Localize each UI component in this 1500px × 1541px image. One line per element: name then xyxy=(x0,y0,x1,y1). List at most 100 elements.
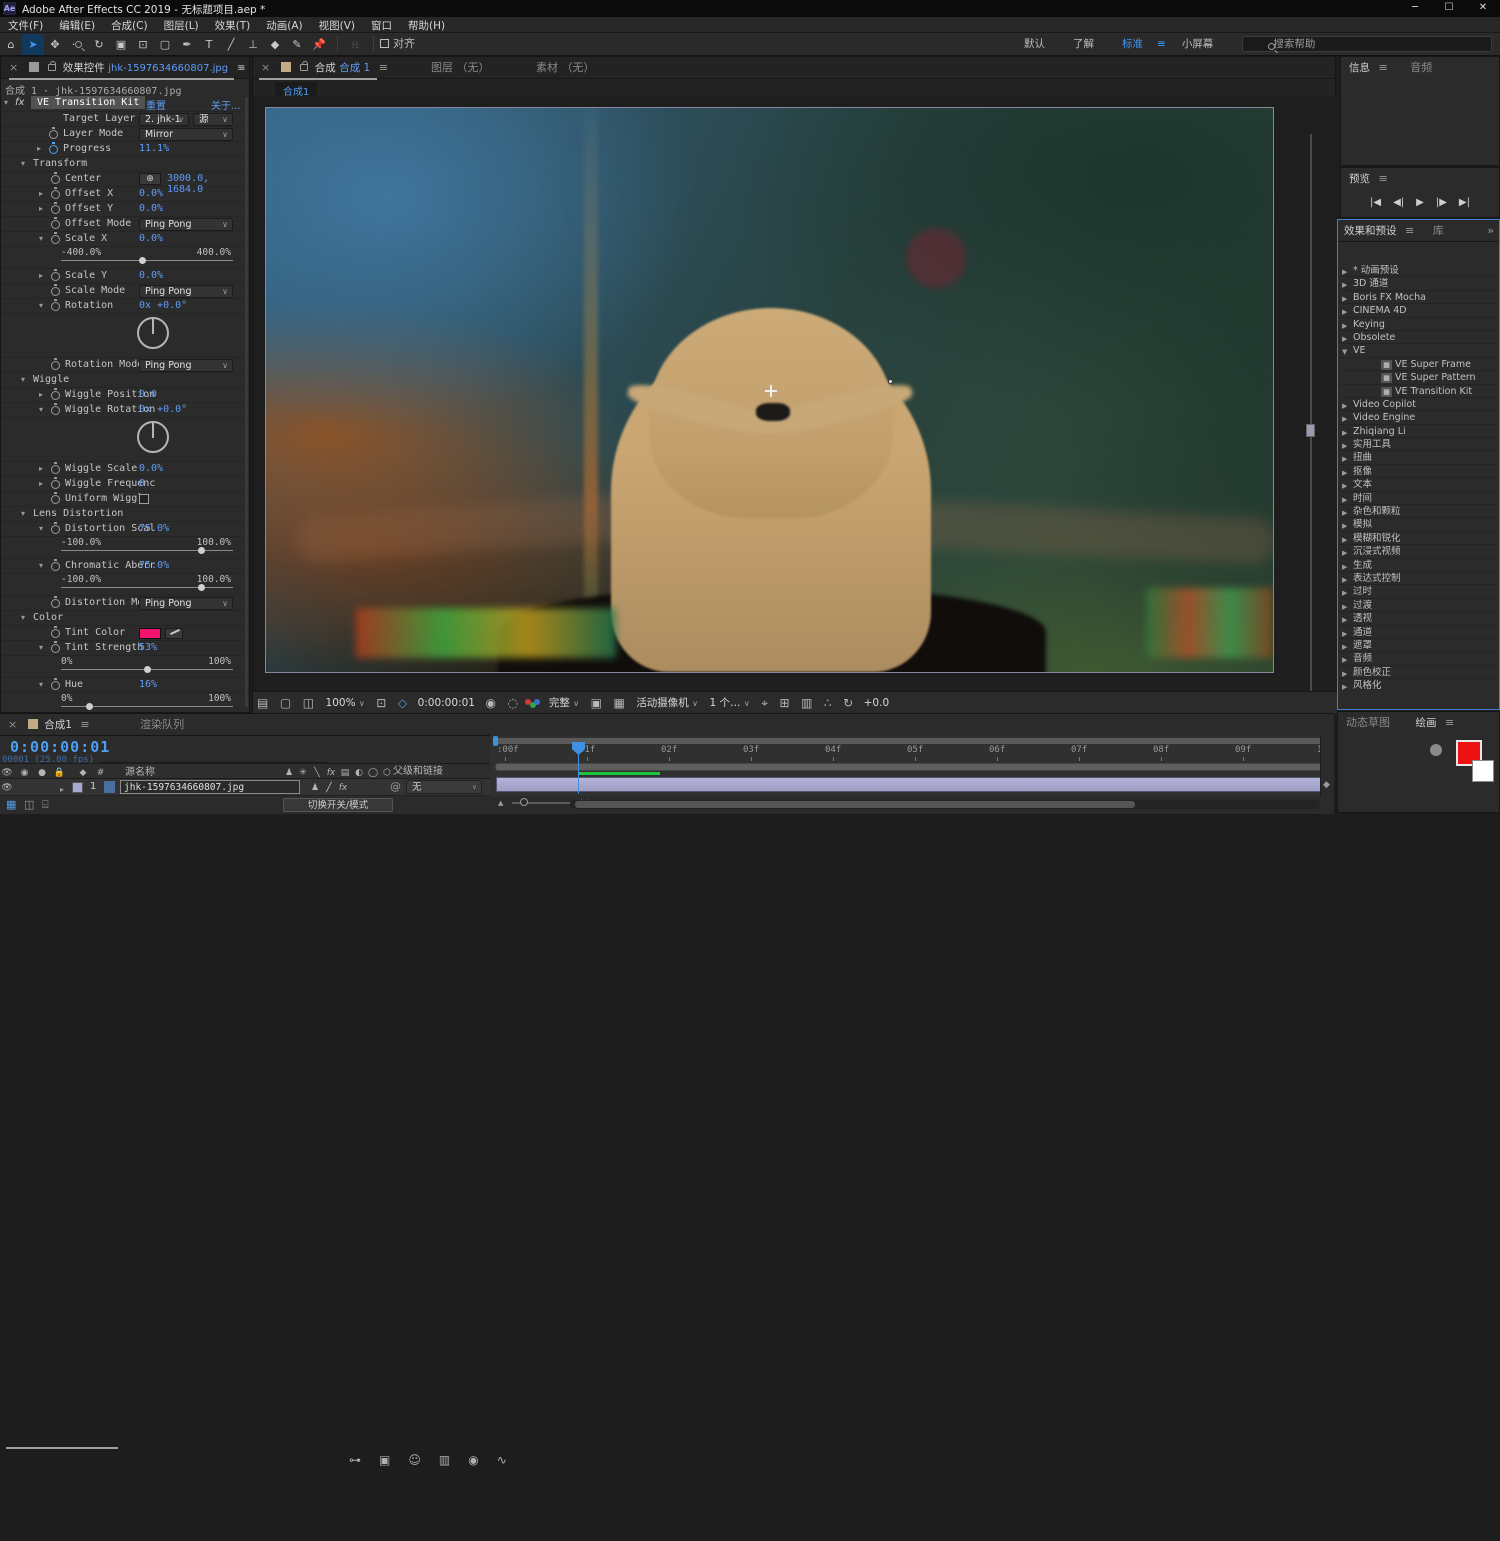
preset-item[interactable]: ▶ 透视 xyxy=(1339,612,1496,626)
hand-tool-icon[interactable]: ✥ xyxy=(44,34,66,55)
effect-property-row[interactable]: ▾ Tint Strength 53% xyxy=(1,641,249,656)
property-value[interactable]: 0.0 xyxy=(139,389,157,400)
effect-property-row[interactable]: ▸ Wiggle Scale 0.0% xyxy=(1,462,249,477)
twirl-icon[interactable]: ▾ xyxy=(39,301,43,310)
expand-transfer-controls-icon[interactable]: ◫ xyxy=(24,798,34,811)
play-button[interactable]: ▶ xyxy=(1410,197,1430,208)
effect-name[interactable]: VE Transition Kit xyxy=(31,96,146,109)
source-dropdown[interactable]: 源 ∨ xyxy=(193,113,233,126)
slider-handle[interactable] xyxy=(197,547,205,554)
layer-row[interactable]: 👁 ▸ 1 jhk-1597634660807.jpg ♟ ╱ fx @ 无 ∨ xyxy=(0,779,490,796)
preset-item[interactable]: ▶ 杂色和颗粒 xyxy=(1339,505,1496,519)
workspace-menu-icon[interactable]: ≡ xyxy=(1157,33,1168,55)
effect-property-row[interactable]: ▾ Hue 16% xyxy=(1,678,249,693)
workspace-标准[interactable]: 标准 xyxy=(1108,33,1157,55)
twirl-icon[interactable]: ▸ xyxy=(39,479,43,488)
effect-reset-button[interactable]: 重置 xyxy=(146,97,166,112)
expand-inout-icon[interactable]: ⌸ xyxy=(42,798,49,812)
pen-tool-icon[interactable]: ✒ xyxy=(176,34,198,55)
close-button[interactable]: ✕ xyxy=(1466,0,1500,17)
twirl-icon[interactable]: ▾ xyxy=(39,234,43,243)
channel-icon[interactable] xyxy=(525,699,541,711)
menu-效果[interactable]: 效果(T) xyxy=(207,17,259,34)
tab-paint[interactable]: 绘画 xyxy=(1394,717,1437,729)
work-area-bar[interactable] xyxy=(495,763,1325,771)
tab-info[interactable]: 信息 xyxy=(1341,62,1370,74)
stopwatch-icon[interactable] xyxy=(51,202,60,214)
stopwatch-icon[interactable] xyxy=(51,217,60,229)
timeline-navigator-bar[interactable] xyxy=(493,736,1327,746)
twirl-icon[interactable]: ▾ xyxy=(39,561,43,570)
fast-previews-icon[interactable]: ⊞ xyxy=(776,692,794,714)
next-frame-button[interactable]: |▶ xyxy=(1430,197,1453,208)
view-layout-dropdown[interactable]: 1 个… ∨ xyxy=(706,692,754,715)
preset-item[interactable]: ▶ 风格化 xyxy=(1339,679,1496,692)
effect-panel-scrollbar[interactable] xyxy=(245,97,248,707)
viewer-scroll-thumb[interactable] xyxy=(1306,424,1315,437)
preset-item[interactable]: ▶ * 动画预设 xyxy=(1339,264,1496,278)
tab-render-queue[interactable]: 渲染队列 xyxy=(98,718,184,731)
effect-center-crosshair[interactable] xyxy=(765,385,777,397)
twirl-icon[interactable]: ▸ xyxy=(39,204,43,213)
align-checkbox[interactable] xyxy=(380,39,389,48)
uniform-wiggle-checkbox[interactable] xyxy=(139,494,149,504)
effect-property-row[interactable]: Layer Mode Mirror ∨ xyxy=(1,127,249,142)
stopwatch-icon[interactable] xyxy=(51,641,60,653)
previous-frame-button[interactable]: ◀| xyxy=(1387,197,1410,208)
twirl-icon[interactable]: ▸ xyxy=(39,390,43,399)
property-value[interactable]: 0x +0.0° xyxy=(139,300,187,311)
property-value[interactable]: 53% xyxy=(139,642,157,653)
camera-view-dropdown[interactable]: 活动摄像机 ∨ xyxy=(632,692,702,715)
clone-stamp-tool-icon[interactable]: ⊥ xyxy=(242,34,264,55)
target-layer-dropdown[interactable]: 2. jhk-1 ∨ xyxy=(139,113,189,126)
parent-link-column[interactable]: 父级和链接 xyxy=(393,764,443,779)
property-value[interactable]: 0.0% xyxy=(139,203,163,214)
preset-item[interactable]: ▶ 遮罩 xyxy=(1339,639,1496,653)
twirl-icon[interactable]: ▾ xyxy=(39,524,43,533)
slider-handle[interactable] xyxy=(143,666,151,673)
roto-brush-tool-icon[interactable]: ✎ xyxy=(286,34,308,55)
preset-item[interactable]: ▶ 抠像 xyxy=(1339,465,1496,479)
pan-behind-tool-icon[interactable]: ⊡ xyxy=(132,34,154,55)
twirl-icon[interactable]: ▸ xyxy=(39,271,43,280)
draft-3d-icon[interactable]: ▣ xyxy=(370,1453,399,1467)
tab-comp-timeline[interactable]: 合成1 xyxy=(44,719,72,731)
stopwatch-icon[interactable] xyxy=(51,626,60,638)
preset-item[interactable]: ▶ 扭曲 xyxy=(1339,451,1496,465)
preset-item[interactable]: ▶ 文本 xyxy=(1339,478,1496,492)
preset-item[interactable]: ▦ VE Super Frame xyxy=(1339,358,1496,372)
property-dropdown[interactable]: Ping Pong ∨ xyxy=(139,218,233,231)
expand-layer-switches-icon[interactable]: ▦ xyxy=(6,798,16,811)
property-dropdown[interactable]: Mirror ∨ xyxy=(139,128,233,141)
effect-property-row[interactable]: ▸ Scale Y 0.0% xyxy=(1,269,249,284)
control-point-handle[interactable] xyxy=(888,379,893,384)
slider-track[interactable] xyxy=(61,550,233,551)
slider-handle[interactable] xyxy=(139,257,146,264)
property-value[interactable]: 75.0% xyxy=(139,523,169,534)
toggle-switches-modes-button[interactable]: 切换开关/模式 xyxy=(283,798,393,812)
twirl-icon[interactable]: ▸ xyxy=(37,144,41,153)
effect-property-row[interactable]: Center ⊕ 3000.0, 1684.0 xyxy=(1,172,249,195)
effect-property-row[interactable]: ▾ Scale X 0.0% xyxy=(1,232,249,247)
preset-item[interactable]: ▶ 过时 xyxy=(1339,585,1496,599)
panel-menu-icon[interactable]: ≡ xyxy=(1374,172,1393,185)
effect-property-row[interactable]: Offset Mode Ping Pong ∨ xyxy=(1,217,249,232)
twirl-icon[interactable]: ▾ xyxy=(21,613,25,622)
current-timecode[interactable]: 0:00:00:01 xyxy=(10,738,110,756)
effect-property-row[interactable]: Target Layer 2. jhk-1 ∨ 源 ∨ xyxy=(1,112,249,127)
panel-menu-icon[interactable]: ≡ xyxy=(1440,716,1459,729)
effect-property-row[interactable]: ▸ Offset Y 0.0% xyxy=(1,202,249,217)
effect-about-button[interactable]: 关于... xyxy=(211,97,241,112)
help-search-input[interactable]: 搜索帮助 xyxy=(1242,36,1492,52)
region-of-interest-icon[interactable]: ▣ xyxy=(587,692,606,714)
effect-property-row[interactable]: Uniform Wiggle xyxy=(1,492,249,507)
menu-帮助[interactable]: 帮助(H) xyxy=(400,17,453,34)
tab-effects-presets[interactable]: 效果和预设 xyxy=(1338,225,1397,237)
panel-menu-icon[interactable]: ≡ xyxy=(1374,61,1393,74)
snapshot-camera-icon[interactable]: ◉ xyxy=(481,692,499,714)
preset-item[interactable]: ▶ 3D 通道 xyxy=(1339,277,1496,291)
flowchart-icon[interactable]: ∴ xyxy=(820,692,836,714)
eyedropper-icon[interactable] xyxy=(165,628,183,639)
zoom-slider-handle[interactable] xyxy=(520,798,528,806)
panel-menu-icon[interactable]: ≡ xyxy=(374,61,393,74)
